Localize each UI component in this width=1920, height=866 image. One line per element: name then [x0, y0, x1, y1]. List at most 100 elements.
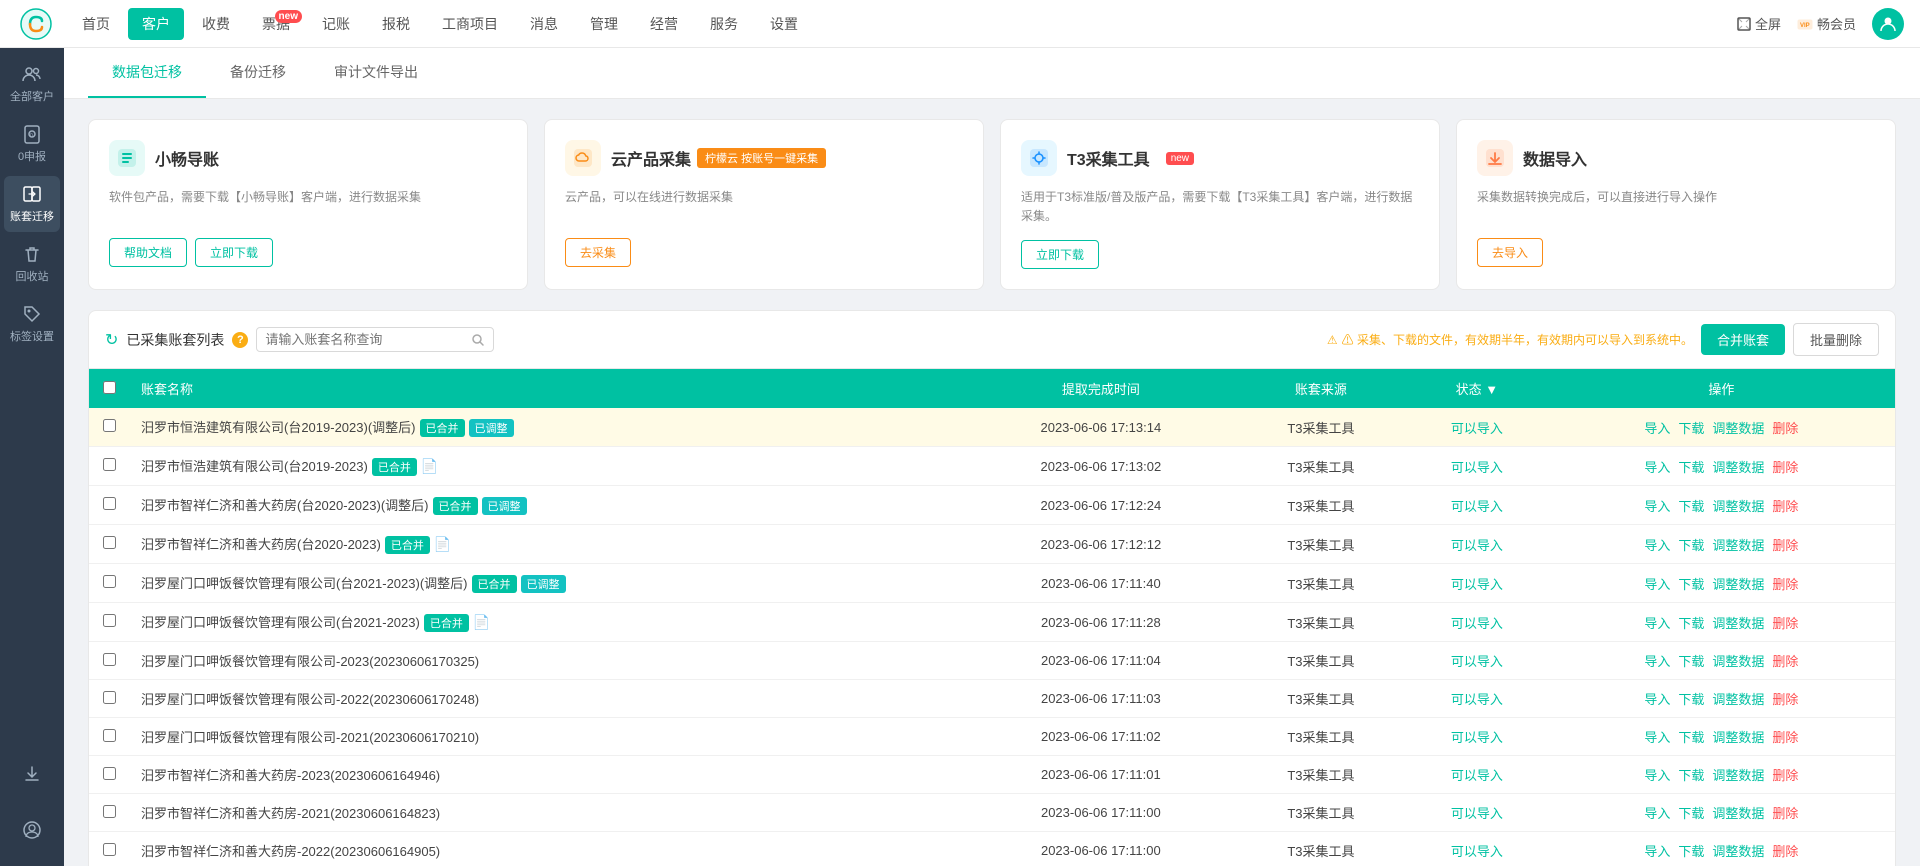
delete-link[interactable]: 删除: [1772, 616, 1798, 631]
import-link[interactable]: 导入: [1644, 421, 1670, 436]
xiaochang-help-button[interactable]: 帮助文档: [109, 238, 187, 267]
adjust-link[interactable]: 调整数据: [1712, 844, 1764, 859]
merge-accounts-button[interactable]: 合并账套: [1701, 324, 1785, 355]
row-checkbox[interactable]: [103, 497, 116, 510]
delete-link[interactable]: 删除: [1772, 844, 1798, 859]
nav-customer[interactable]: 客户: [128, 8, 184, 40]
delete-link[interactable]: 删除: [1772, 538, 1798, 553]
tab-backup-migration[interactable]: 备份迁移: [206, 48, 310, 98]
import-link[interactable]: 导入: [1644, 730, 1670, 745]
adjust-link[interactable]: 调整数据: [1712, 692, 1764, 707]
row-checkbox[interactable]: [103, 536, 116, 549]
select-all-checkbox[interactable]: [103, 381, 116, 394]
delete-link[interactable]: 删除: [1772, 421, 1798, 436]
cloud-collect-button[interactable]: 去采集: [565, 238, 631, 267]
row-checkbox[interactable]: [103, 458, 116, 471]
nav-business[interactable]: 工商项目: [428, 8, 512, 40]
download-link[interactable]: 下载: [1678, 460, 1704, 475]
sidebar-item-all-customers[interactable]: 全部客户: [4, 56, 60, 112]
import-link[interactable]: 导入: [1644, 577, 1670, 592]
import-link[interactable]: 导入: [1644, 806, 1670, 821]
download-link[interactable]: 下载: [1678, 499, 1704, 514]
tab-audit-export[interactable]: 审计文件导出: [310, 48, 442, 98]
adjust-link[interactable]: 调整数据: [1712, 616, 1764, 631]
nav-invoice[interactable]: 票据new: [248, 8, 304, 40]
adjust-link[interactable]: 调整数据: [1712, 577, 1764, 592]
adjust-link[interactable]: 调整数据: [1712, 806, 1764, 821]
sidebar-item-trash[interactable]: 回收站: [4, 236, 60, 292]
row-checkbox[interactable]: [103, 653, 116, 666]
delete-link[interactable]: 删除: [1772, 806, 1798, 821]
row-checkbox[interactable]: [103, 767, 116, 780]
adjust-link[interactable]: 调整数据: [1712, 421, 1764, 436]
refresh-button[interactable]: ↻: [105, 330, 118, 350]
download-link[interactable]: 下载: [1678, 577, 1704, 592]
import-link[interactable]: 导入: [1644, 499, 1670, 514]
delete-link[interactable]: 删除: [1772, 692, 1798, 707]
search-input[interactable]: [265, 332, 465, 347]
vip-button[interactable]: VIP 畅会员: [1797, 14, 1856, 33]
checkbox-header[interactable]: [89, 369, 129, 408]
delete-link[interactable]: 删除: [1772, 654, 1798, 669]
download-link[interactable]: 下载: [1678, 616, 1704, 631]
tab-data-migration[interactable]: 数据包迁移: [88, 48, 206, 98]
row-checkbox[interactable]: [103, 729, 116, 742]
sidebar-item-zero-declare[interactable]: 0 0申报: [4, 116, 60, 172]
nav-manage[interactable]: 管理: [576, 8, 632, 40]
nav-operation[interactable]: 经营: [636, 8, 692, 40]
batch-delete-button[interactable]: 批量删除: [1793, 323, 1879, 356]
xiaochang-download-button[interactable]: 立即下载: [195, 238, 273, 267]
download-link[interactable]: 下载: [1678, 421, 1704, 436]
import-link[interactable]: 导入: [1644, 844, 1670, 859]
import-link[interactable]: 导入: [1644, 692, 1670, 707]
search-icon[interactable]: [471, 333, 485, 347]
adjust-link[interactable]: 调整数据: [1712, 654, 1764, 669]
user-avatar[interactable]: [1872, 8, 1904, 40]
download-link[interactable]: 下载: [1678, 844, 1704, 859]
col-status[interactable]: 状态 ▼: [1406, 369, 1548, 408]
app-logo[interactable]: [16, 4, 56, 44]
download-link[interactable]: 下载: [1678, 654, 1704, 669]
download-link[interactable]: 下载: [1678, 538, 1704, 553]
nav-settings[interactable]: 设置: [756, 8, 812, 40]
adjust-link[interactable]: 调整数据: [1712, 499, 1764, 514]
adjust-link[interactable]: 调整数据: [1712, 768, 1764, 783]
download-link[interactable]: 下载: [1678, 768, 1704, 783]
delete-link[interactable]: 删除: [1772, 460, 1798, 475]
sidebar-item-migrate[interactable]: 账套迁移: [4, 176, 60, 232]
nav-tax[interactable]: 报税: [368, 8, 424, 40]
sidebar-item-user-profile[interactable]: [4, 802, 60, 858]
download-link[interactable]: 下载: [1678, 692, 1704, 707]
nav-accounting[interactable]: 记账: [308, 8, 364, 40]
import-link[interactable]: 导入: [1644, 538, 1670, 553]
adjust-link[interactable]: 调整数据: [1712, 730, 1764, 745]
nav-message[interactable]: 消息: [516, 8, 572, 40]
row-checkbox[interactable]: [103, 575, 116, 588]
import-go-button[interactable]: 去导入: [1477, 238, 1543, 267]
row-checkbox[interactable]: [103, 419, 116, 432]
import-link[interactable]: 导入: [1644, 616, 1670, 631]
nav-fee[interactable]: 收费: [188, 8, 244, 40]
adjust-link[interactable]: 调整数据: [1712, 460, 1764, 475]
delete-link[interactable]: 删除: [1772, 730, 1798, 745]
import-link[interactable]: 导入: [1644, 768, 1670, 783]
download-link[interactable]: 下载: [1678, 730, 1704, 745]
row-checkbox[interactable]: [103, 691, 116, 704]
import-link[interactable]: 导入: [1644, 654, 1670, 669]
delete-link[interactable]: 删除: [1772, 768, 1798, 783]
import-link[interactable]: 导入: [1644, 460, 1670, 475]
adjust-link[interactable]: 调整数据: [1712, 538, 1764, 553]
row-checkbox[interactable]: [103, 614, 116, 627]
nav-home[interactable]: 首页: [68, 8, 124, 40]
t3-download-button[interactable]: 立即下载: [1021, 240, 1099, 269]
row-checkbox[interactable]: [103, 843, 116, 856]
download-link[interactable]: 下载: [1678, 806, 1704, 821]
delete-link[interactable]: 删除: [1772, 499, 1798, 514]
delete-link[interactable]: 删除: [1772, 577, 1798, 592]
row-checkbox[interactable]: [103, 805, 116, 818]
nav-service[interactable]: 服务: [696, 8, 752, 40]
info-tooltip-icon[interactable]: ?: [232, 332, 248, 348]
fullscreen-button[interactable]: 全屏: [1737, 14, 1781, 33]
sidebar-item-download[interactable]: [4, 746, 60, 802]
sidebar-item-tag-settings[interactable]: 标签设置: [4, 296, 60, 352]
